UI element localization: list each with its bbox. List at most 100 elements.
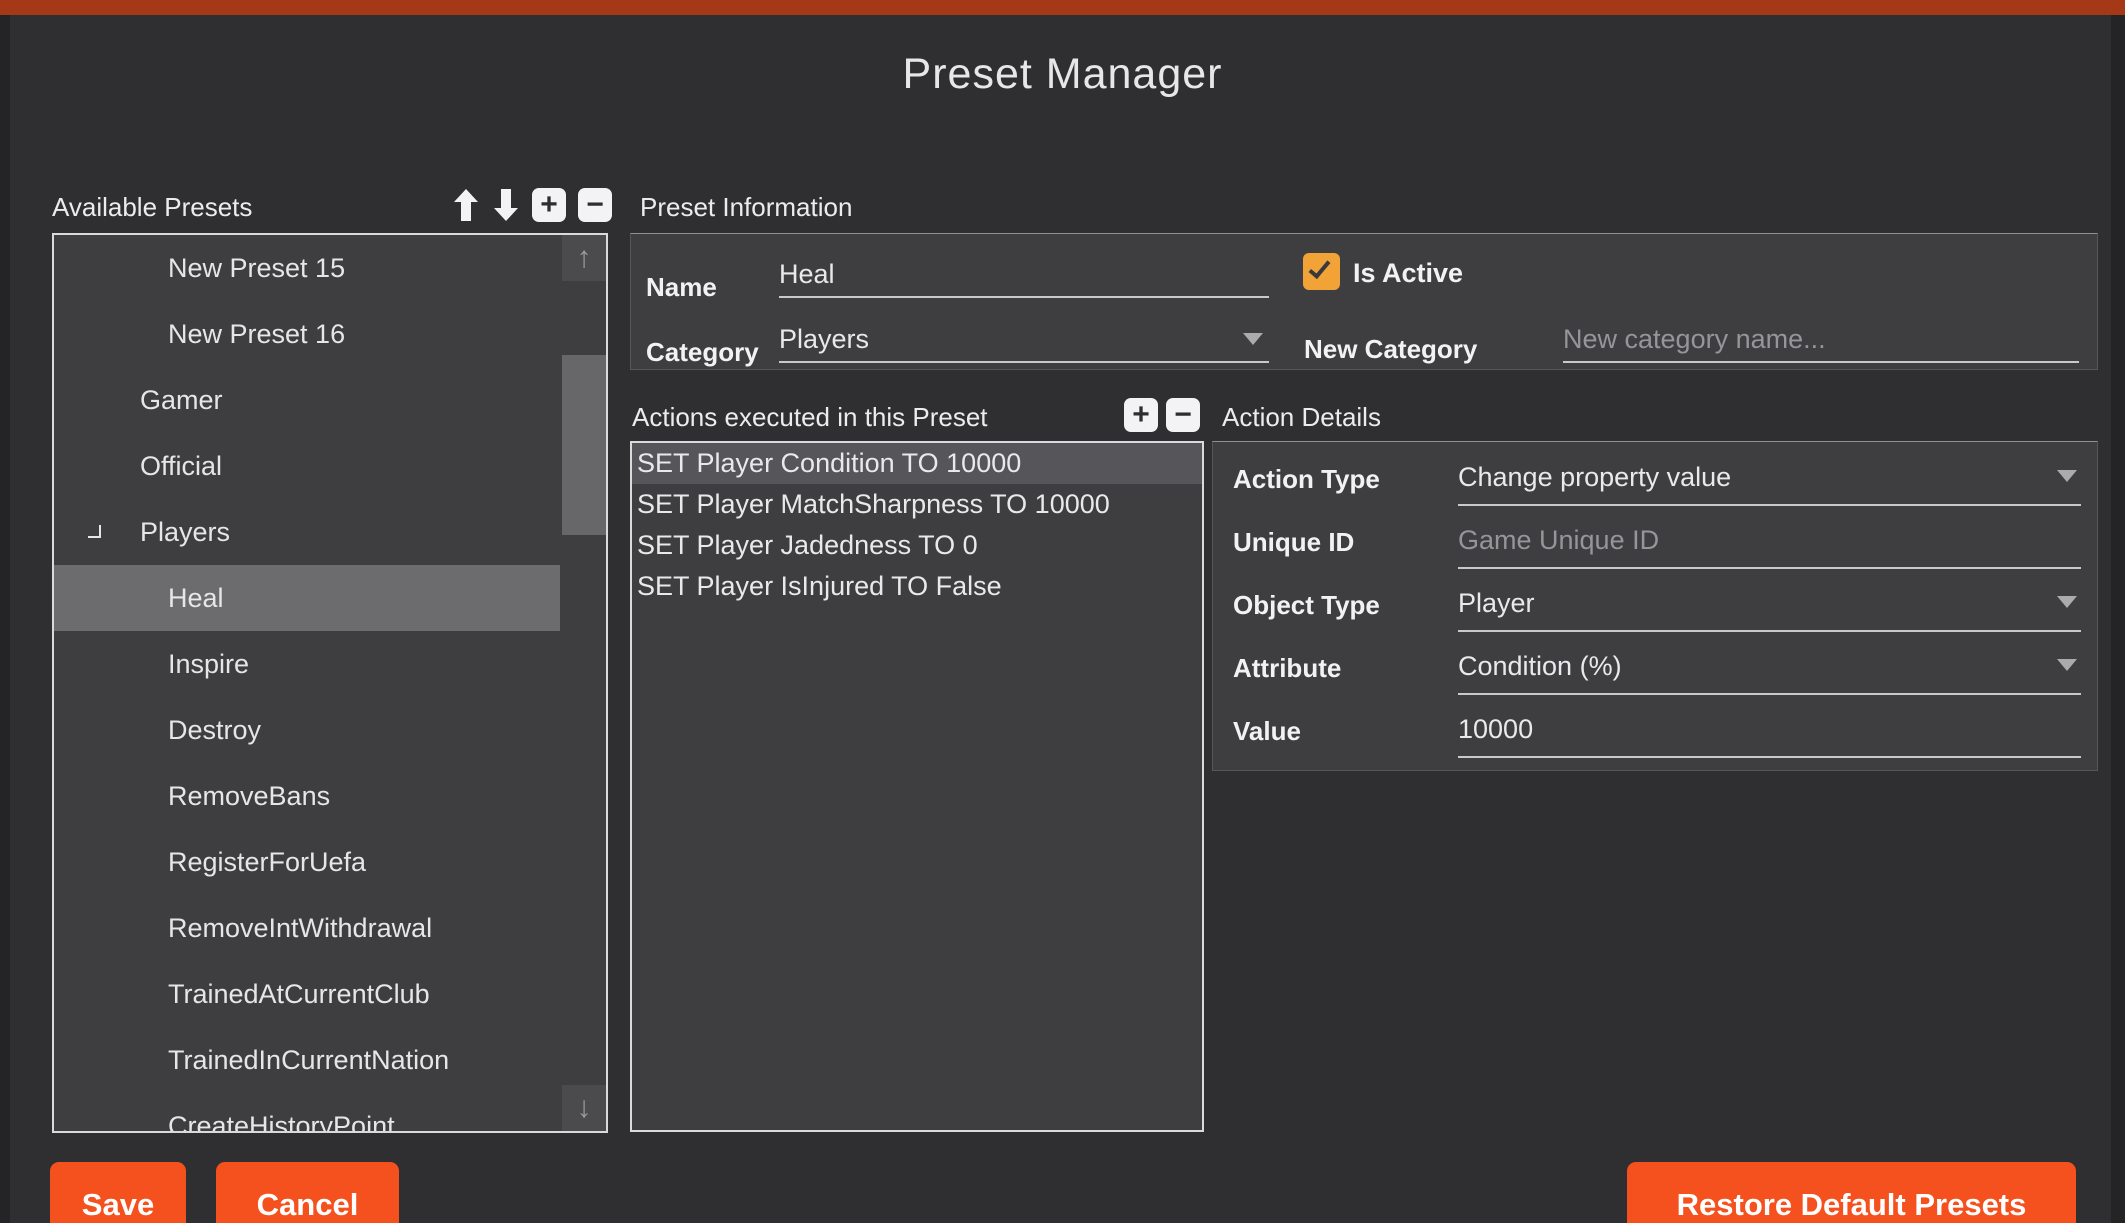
- name-input[interactable]: Heal: [779, 254, 1269, 298]
- arrow-up-icon: [454, 189, 478, 221]
- preset-item[interactable]: Gamer: [54, 367, 560, 433]
- preset-item[interactable]: New Preset 15: [54, 235, 560, 301]
- field-value: Player: [1458, 588, 1535, 618]
- preset-item[interactable]: RemoveBans: [54, 763, 560, 829]
- dropdown-field[interactable]: Player: [1458, 580, 2081, 632]
- preset-item[interactable]: RemoveIntWithdrawal: [54, 895, 560, 961]
- category-dropdown[interactable]: Players: [779, 319, 1269, 363]
- field-label: Value: [1233, 716, 1301, 746]
- action-details-panel: Action Type Change property value Unique I…: [1212, 441, 2098, 771]
- preset-item[interactable]: Destroy: [54, 697, 560, 763]
- preset-item[interactable]: Inspire: [54, 631, 560, 697]
- save-button[interactable]: Save: [50, 1162, 186, 1223]
- is-active-checkbox[interactable]: [1303, 253, 1340, 290]
- is-active-label: Is Active: [1353, 258, 1464, 288]
- action-detail-row: Object Type Player: [1233, 580, 2081, 636]
- preset-item-label: TrainedAtCurrentClub: [168, 979, 430, 1009]
- actions-header: Actions executed in this Preset: [632, 402, 988, 432]
- action-detail-row: Unique ID Game Unique ID: [1233, 517, 2081, 573]
- action-details-header: Action Details: [1222, 402, 1381, 432]
- preset-information-panel: Name Heal Is Active Category Players New…: [630, 233, 2098, 370]
- action-item[interactable]: SET Player Condition TO 10000: [632, 443, 1202, 484]
- preset-item[interactable]: Players: [54, 499, 560, 565]
- preset-item[interactable]: TrainedInCurrentNation: [54, 1027, 560, 1093]
- new-category-placeholder: New category name...: [1563, 324, 1826, 354]
- scroll-down-button[interactable]: ↓: [562, 1085, 606, 1131]
- name-label: Name: [646, 272, 717, 302]
- dropdown-field[interactable]: Change property value: [1458, 454, 2081, 506]
- action-item-label: SET Player IsInjured TO False: [637, 571, 1002, 601]
- add-preset-button[interactable]: +: [532, 188, 566, 222]
- new-category-input[interactable]: New category name...: [1563, 319, 2079, 363]
- field-value: 10000: [1458, 714, 1534, 744]
- text-field[interactable]: Game Unique ID: [1458, 517, 2081, 569]
- action-item[interactable]: SET Player MatchSharpness TO 10000: [632, 484, 1202, 525]
- chevron-down-icon: [1243, 333, 1263, 345]
- field-value: Condition (%): [1458, 651, 1622, 681]
- checkmark-icon: [1308, 255, 1331, 280]
- move-down-button[interactable]: [492, 187, 520, 223]
- preset-item-label: RemoveIntWithdrawal: [168, 913, 433, 943]
- remove-preset-button[interactable]: −: [578, 188, 612, 222]
- presets-toolbar: + −: [452, 186, 612, 224]
- action-item-label: SET Player Condition TO 10000: [637, 448, 1022, 478]
- preset-item-label: RegisterForUefa: [168, 847, 367, 877]
- action-item[interactable]: SET Player Jadedness TO 0: [632, 525, 1202, 566]
- scroll-up-button[interactable]: ↑: [562, 235, 606, 281]
- field-label: Object Type: [1233, 590, 1380, 620]
- arrow-down-icon: [494, 189, 518, 221]
- field-label: Action Type: [1233, 464, 1380, 494]
- preset-item-label: Destroy: [168, 715, 262, 745]
- actions-toolbar: + −: [1124, 398, 1200, 432]
- action-detail-row: Value 10000: [1233, 706, 2081, 762]
- scroll-thumb[interactable]: [562, 355, 606, 535]
- preset-item-label: TrainedInCurrentNation: [168, 1045, 450, 1075]
- available-presets-header: Available Presets: [52, 192, 253, 222]
- window-edge-left: [0, 15, 10, 1223]
- preset-item[interactable]: Heal: [54, 565, 560, 631]
- preset-information-header: Preset Information: [640, 192, 853, 222]
- preset-manager-window: Preset Manager Available Presets + − New…: [0, 0, 2125, 1223]
- restore-default-presets-button[interactable]: Restore Default Presets: [1627, 1162, 2076, 1223]
- preset-item-label: Players: [140, 517, 231, 547]
- preset-item[interactable]: CreateHistoryPoint: [54, 1093, 560, 1131]
- scrollbar[interactable]: ↑ ↓: [562, 235, 606, 1131]
- chevron-down-icon: [2057, 596, 2077, 608]
- window-edge-right: [2111, 15, 2125, 1223]
- minus-icon: −: [1174, 398, 1192, 431]
- add-action-button[interactable]: +: [1124, 398, 1158, 432]
- dropdown-field[interactable]: Condition (%): [1458, 643, 2081, 695]
- move-up-button[interactable]: [452, 187, 480, 223]
- field-label: Unique ID: [1233, 527, 1355, 557]
- preset-item-label: New Preset 16: [168, 319, 346, 349]
- window-titlebar: [0, 0, 2125, 15]
- category-label: Category: [646, 337, 759, 367]
- preset-item-label: New Preset 15: [168, 253, 346, 283]
- text-field[interactable]: 10000: [1458, 706, 2081, 758]
- preset-item-label: RemoveBans: [168, 781, 331, 811]
- field-value: Change property value: [1458, 462, 1732, 492]
- action-items: SET Player Condition TO 10000 SET Player …: [632, 443, 1202, 607]
- available-presets-list[interactable]: New Preset 15 New Preset 16 Gamer Official P…: [52, 233, 608, 1133]
- preset-item-label: Inspire: [168, 649, 250, 679]
- action-item[interactable]: SET Player IsInjured TO False: [632, 566, 1202, 607]
- cancel-button[interactable]: Cancel: [216, 1162, 399, 1223]
- preset-item[interactable]: RegisterForUefa: [54, 829, 560, 895]
- preset-item-label: Official: [140, 451, 223, 481]
- minus-icon: −: [586, 188, 604, 221]
- preset-item[interactable]: TrainedAtCurrentClub: [54, 961, 560, 1027]
- action-item-label: SET Player MatchSharpness TO 10000: [637, 489, 1110, 519]
- action-detail-row: Attribute Condition (%): [1233, 643, 2081, 699]
- action-item-label: SET Player Jadedness TO 0: [637, 530, 978, 560]
- remove-action-button[interactable]: −: [1166, 398, 1200, 432]
- chevron-down-icon: [2057, 470, 2077, 482]
- preset-item[interactable]: New Preset 16: [54, 301, 560, 367]
- field-label: Attribute: [1233, 653, 1342, 683]
- actions-list[interactable]: SET Player Condition TO 10000 SET Player …: [630, 441, 1204, 1132]
- new-category-label: New Category: [1304, 334, 1478, 364]
- preset-item[interactable]: Official: [54, 433, 560, 499]
- preset-items: New Preset 15 New Preset 16 Gamer Official P…: [54, 235, 606, 1131]
- name-value: Heal: [779, 259, 835, 289]
- expander-icon[interactable]: [88, 525, 101, 538]
- plus-icon: +: [1132, 398, 1150, 431]
